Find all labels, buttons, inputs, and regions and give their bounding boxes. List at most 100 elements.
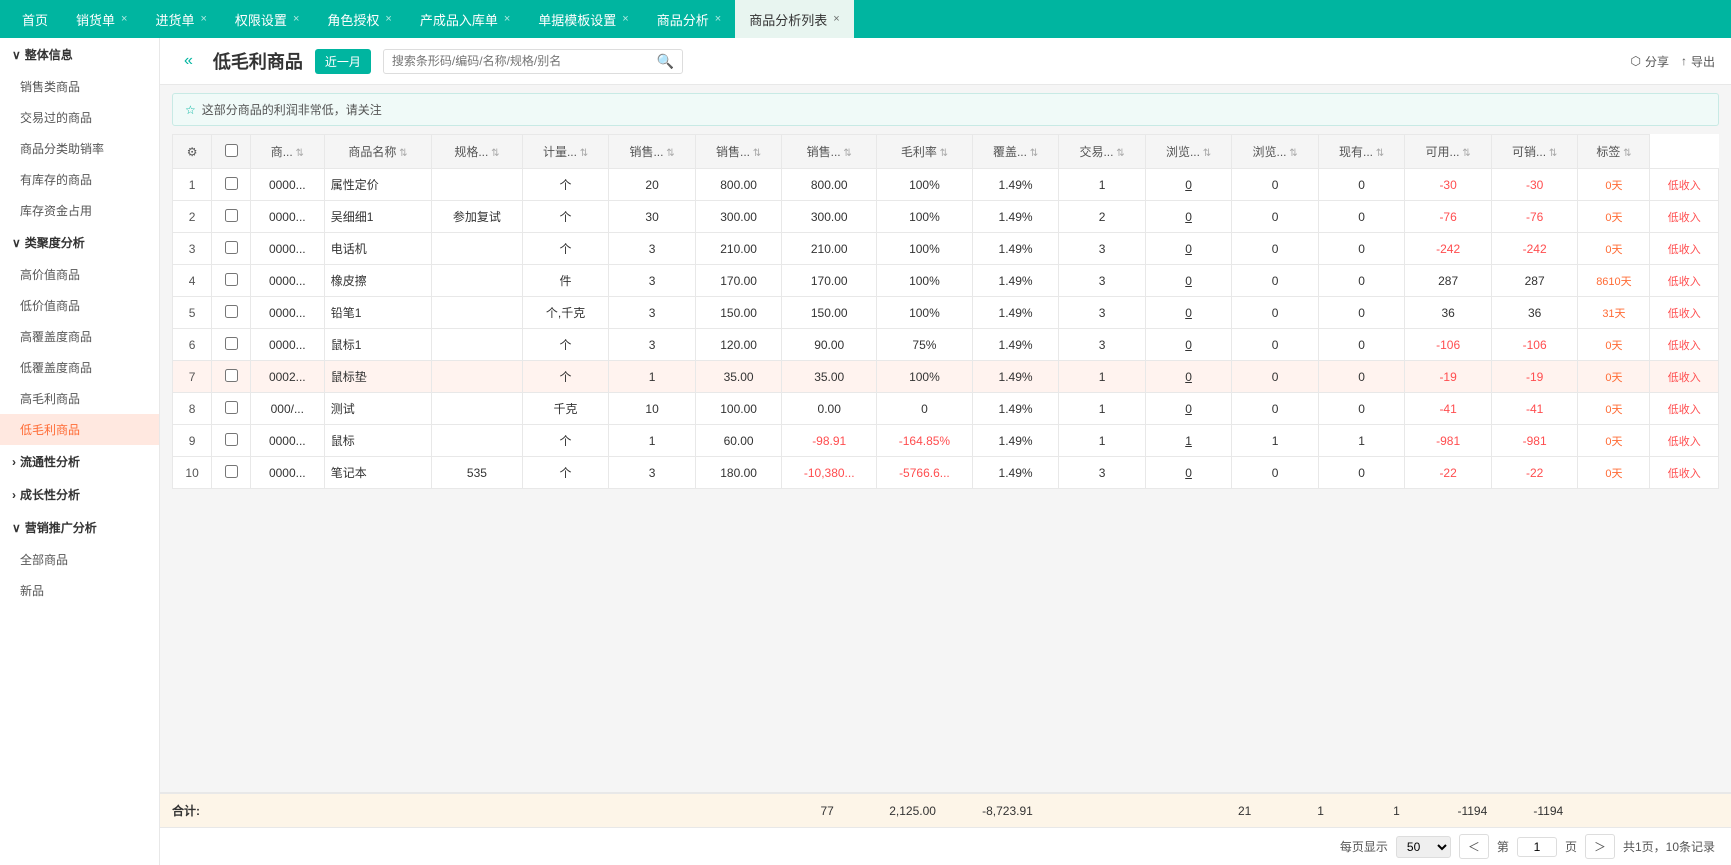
close-icon[interactable]: × <box>715 13 721 25</box>
th-product-name[interactable]: 商品名称 <box>324 135 431 169</box>
close-icon[interactable]: × <box>385 13 391 25</box>
nav-role-auth[interactable]: 角色授权 × <box>313 0 405 38</box>
row-gross-rate: 100% <box>877 265 973 297</box>
share-button[interactable]: ⬡ 分享 <box>1630 53 1669 70</box>
nav-sales-order[interactable]: 销货单 × <box>62 0 141 38</box>
table-row: 3 0000... 电话机 个 3 210.00 210.00 100% 1.4… <box>173 233 1719 265</box>
nav-home[interactable]: 首页 <box>8 0 62 38</box>
prev-page-button[interactable]: ＜ <box>1459 834 1489 859</box>
sidebar-item-all-products[interactable]: 全部商品 <box>0 544 159 575</box>
date-filter-button[interactable]: 近一月 <box>315 49 371 74</box>
th-browse2[interactable]: 浏览... <box>1232 135 1319 169</box>
th-available[interactable]: 可用... <box>1405 135 1492 169</box>
sidebar-item-high-coverage[interactable]: 高覆盖度商品 <box>0 321 159 352</box>
th-margin[interactable]: 覆盖... <box>972 135 1059 169</box>
content-area: « 低毛利商品 近一月 🔍 ⬡ 分享 ↑ 导出 ☆ 这部分商品的利润非常低， <box>160 38 1731 865</box>
row-qty: 30 <box>609 201 696 233</box>
export-button[interactable]: ↑ 导出 <box>1681 53 1715 70</box>
sidebar-group-circulation: › 流通性分析 <box>0 445 159 478</box>
row-checkbox[interactable] <box>212 329 251 361</box>
chevron-right-icon: › <box>12 488 16 502</box>
row-name: 测试 <box>324 393 431 425</box>
sidebar-group-cluster: ∨ 类聚度分析 高价值商品 低价值商品 高覆盖度商品 低覆盖度商品 高毛利商品 … <box>0 226 159 445</box>
th-unit[interactable]: 计量... <box>522 135 609 169</box>
table-row: 10 0000... 笔记本 535 个 3 180.00 -10,380...… <box>173 457 1719 489</box>
row-checkbox[interactable] <box>212 265 251 297</box>
search-icon[interactable]: 🔍 <box>656 53 673 70</box>
th-tag[interactable]: 标签 <box>1578 135 1650 169</box>
row-checkbox[interactable] <box>212 233 251 265</box>
top-navigation: 首页 销货单 × 进货单 × 权限设置 × 角色授权 × 产成品入库单 × 单据… <box>0 0 1731 38</box>
th-sale-amt2[interactable]: 销售... <box>782 135 877 169</box>
collapse-sidebar-button[interactable]: « <box>176 52 201 70</box>
row-saleable: 0天 <box>1578 425 1650 457</box>
sidebar-group-overall-title[interactable]: ∨ 整体信息 <box>0 38 159 71</box>
row-available: 36 <box>1491 297 1578 329</box>
nav-product-analysis[interactable]: 商品分析 × <box>643 0 735 38</box>
sidebar-group-growth-title[interactable]: › 成长性分析 <box>0 478 159 511</box>
sidebar-item-low-value[interactable]: 低价值商品 <box>0 290 159 321</box>
row-trade: 0 <box>1145 361 1232 393</box>
table-footer: 合计: 77 2,125.00 -8,723.91 21 1 1 -1194 -… <box>160 792 1731 827</box>
sidebar-group-circulation-title[interactable]: › 流通性分析 <box>0 445 159 478</box>
nav-purchase-order[interactable]: 进货单 × <box>141 0 220 38</box>
sidebar-item-high-value[interactable]: 高价值商品 <box>0 259 159 290</box>
nav-product-analysis-list[interactable]: 商品分析列表 × <box>735 0 853 38</box>
gear-icon[interactable]: ⚙ <box>187 145 198 159</box>
search-input[interactable] <box>392 54 653 68</box>
row-stock: -30 <box>1405 169 1492 201</box>
chevron-down-icon: ∨ <box>12 236 21 250</box>
th-gross-rate[interactable]: 毛利率 <box>877 135 973 169</box>
sidebar-item-capital[interactable]: 库存资金占用 <box>0 195 159 226</box>
select-all-checkbox[interactable] <box>225 144 238 157</box>
page-label: 第 <box>1497 838 1509 855</box>
nav-template-setting[interactable]: 单据模板设置 × <box>524 0 642 38</box>
sidebar-item-traded[interactable]: 交易过的商品 <box>0 102 159 133</box>
close-icon[interactable]: × <box>622 13 628 25</box>
row-checkbox[interactable] <box>212 297 251 329</box>
row-unit: 个 <box>522 233 609 265</box>
row-sale-amt2: 35.00 <box>782 361 877 393</box>
nav-product-entry[interactable]: 产成品入库单 × <box>406 0 524 38</box>
row-name: 鼠标 <box>324 425 431 457</box>
th-sale-amt1[interactable]: 销售... <box>695 135 782 169</box>
sidebar-item-new-products[interactable]: 新品 <box>0 575 159 606</box>
sidebar-group-marketing-title[interactable]: ∨ 营销推广分析 <box>0 511 159 544</box>
th-gear[interactable]: ⚙ <box>173 135 212 169</box>
row-checkbox[interactable] <box>212 457 251 489</box>
row-browse2: 0 <box>1318 169 1405 201</box>
next-page-button[interactable]: ＞ <box>1585 834 1615 859</box>
page-size-select[interactable]: 50 10 20 100 <box>1396 836 1451 858</box>
table-row: 9 0000... 鼠标 个 1 60.00 -98.91 -164.85% 1… <box>173 425 1719 457</box>
close-icon[interactable]: × <box>833 13 839 25</box>
th-browse1[interactable]: 浏览... <box>1145 135 1232 169</box>
th-product-code[interactable]: 商... <box>250 135 324 169</box>
row-checkbox[interactable] <box>212 169 251 201</box>
sidebar-item-category-sales-rate[interactable]: 商品分类助销率 <box>0 133 159 164</box>
close-icon[interactable]: × <box>293 13 299 25</box>
row-checkbox[interactable] <box>212 425 251 457</box>
row-browse1: 0 <box>1232 201 1319 233</box>
close-icon[interactable]: × <box>121 13 127 25</box>
close-icon[interactable]: × <box>200 13 206 25</box>
row-index: 1 <box>173 169 212 201</box>
th-spec[interactable]: 规格... <box>432 135 523 169</box>
sidebar-item-low-margin[interactable]: 低毛利商品 <box>0 414 159 445</box>
sidebar-item-in-stock[interactable]: 有库存的商品 <box>0 164 159 195</box>
sidebar-item-low-coverage[interactable]: 低覆盖度商品 <box>0 352 159 383</box>
row-checkbox[interactable] <box>212 393 251 425</box>
sidebar-item-high-margin[interactable]: 高毛利商品 <box>0 383 159 414</box>
row-checkbox[interactable] <box>212 201 251 233</box>
sidebar-group-cluster-title[interactable]: ∨ 类聚度分析 <box>0 226 159 259</box>
row-checkbox[interactable] <box>212 361 251 393</box>
row-browse1: 0 <box>1232 393 1319 425</box>
nav-permission[interactable]: 权限设置 × <box>221 0 313 38</box>
page-number-input[interactable] <box>1517 837 1557 857</box>
th-sale-qty[interactable]: 销售... <box>609 135 696 169</box>
th-stock[interactable]: 现有... <box>1318 135 1405 169</box>
close-icon[interactable]: × <box>504 13 510 25</box>
sidebar-item-sales-category[interactable]: 销售类商品 <box>0 71 159 102</box>
row-stock: -981 <box>1405 425 1492 457</box>
th-trade[interactable]: 交易... <box>1059 135 1146 169</box>
th-saleable[interactable]: 可销... <box>1491 135 1578 169</box>
